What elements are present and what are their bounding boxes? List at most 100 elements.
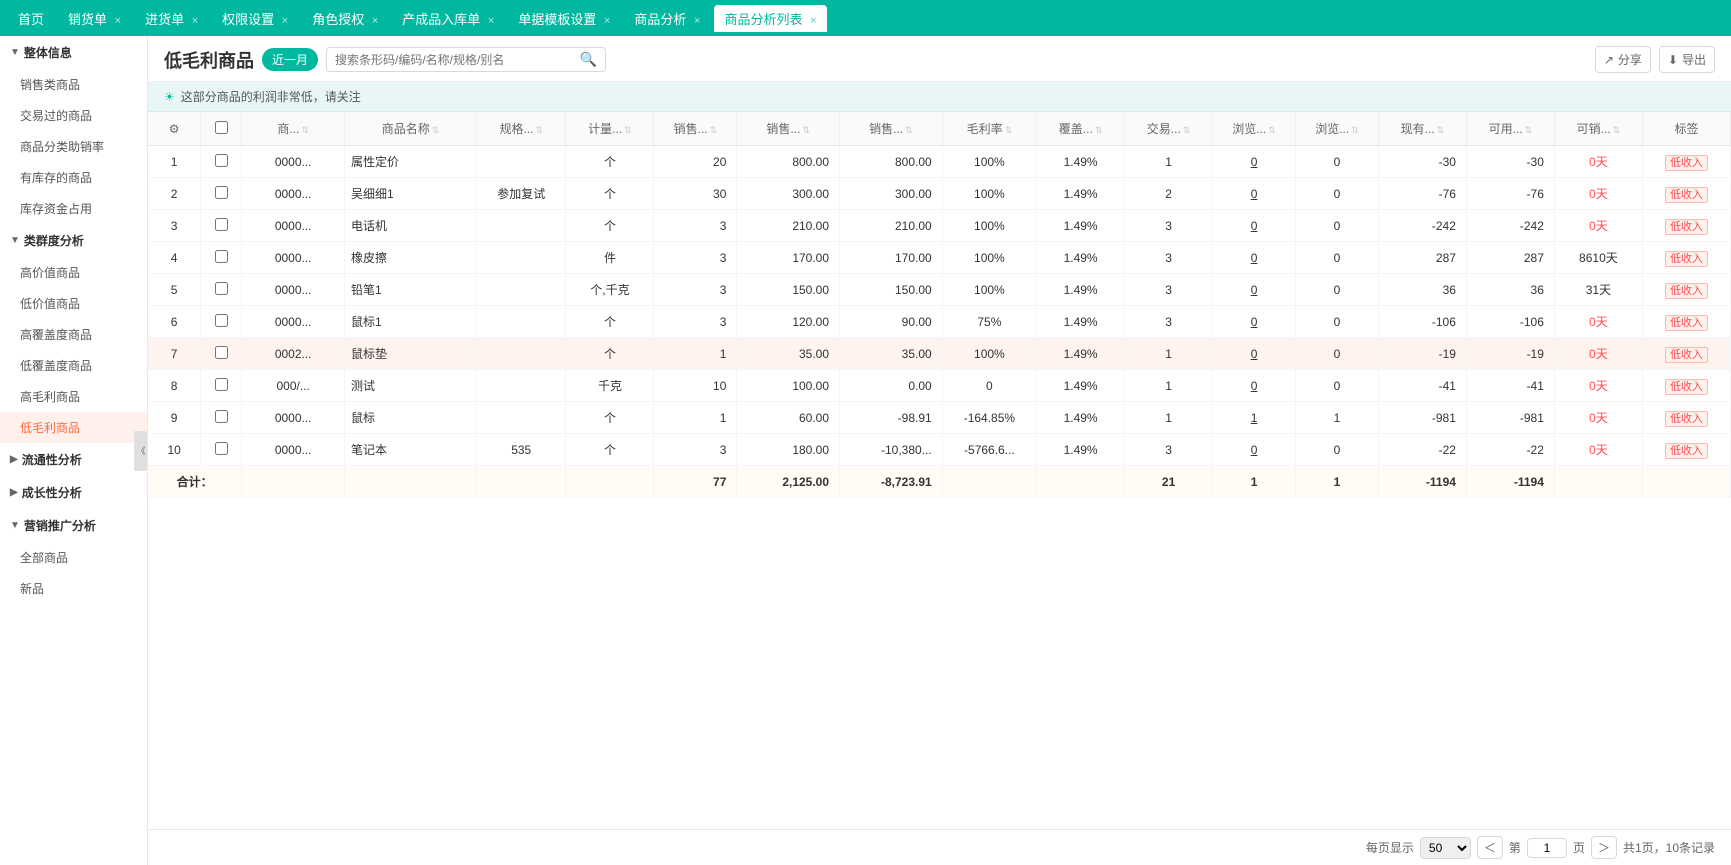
th-browse2[interactable]: 浏览...⇅: [1296, 112, 1379, 146]
nav-purchase-order[interactable]: 进货单 ×: [135, 5, 208, 32]
row-browse1[interactable]: 0: [1213, 242, 1296, 274]
nav-product-analysis-list-close[interactable]: ×: [810, 15, 816, 27]
prev-page-btn[interactable]: ＜: [1477, 836, 1503, 859]
nav-product-warehouse-close[interactable]: ×: [488, 15, 494, 27]
sidebar-group-growth[interactable]: ▶ 成长性分析: [0, 476, 147, 509]
row-name: 吴细细1: [345, 178, 477, 210]
share-btn[interactable]: ↗ 分享: [1595, 46, 1651, 73]
th-browse1[interactable]: 浏览...⇅: [1213, 112, 1296, 146]
sidebar-item-high-coverage[interactable]: 高覆盖度商品: [0, 319, 147, 350]
row-checkbox[interactable]: [201, 178, 242, 210]
table-row: 2 0000... 吴细细1 参加复试 个 30 300.00 300.00 1…: [148, 178, 1731, 210]
row-browse1[interactable]: 0: [1213, 178, 1296, 210]
sidebar-item-high-value[interactable]: 高价值商品: [0, 257, 147, 288]
search-input[interactable]: [335, 53, 576, 67]
select-all-checkbox[interactable]: [215, 121, 228, 134]
row-checkbox[interactable]: [201, 274, 242, 306]
row-check[interactable]: [215, 314, 228, 327]
th-unit[interactable]: 计量...⇅: [566, 112, 654, 146]
th-available[interactable]: 可用...⇅: [1466, 112, 1554, 146]
sidebar-item-category-sales-rate[interactable]: 商品分类助销率: [0, 131, 147, 162]
th-sales[interactable]: 销售...⇅: [840, 112, 943, 146]
nav-product-analysis-list[interactable]: 商品分析列表 ×: [714, 5, 826, 32]
nav-permissions-close[interactable]: ×: [282, 15, 288, 27]
row-browse1[interactable]: 0: [1213, 338, 1296, 370]
sidebar-item-inventory-capital[interactable]: 库存资金占用: [0, 193, 147, 224]
row-checkbox[interactable]: [201, 146, 242, 178]
nav-template-settings[interactable]: 单据模板设置 ×: [508, 5, 620, 32]
row-browse1[interactable]: 0: [1213, 434, 1296, 466]
nav-permissions[interactable]: 权限设置 ×: [212, 5, 298, 32]
filter-recent-month-btn[interactable]: 近一月: [262, 48, 318, 71]
th-tag[interactable]: 标签: [1642, 112, 1730, 146]
row-browse1[interactable]: 0: [1213, 274, 1296, 306]
th-code[interactable]: 商...⇅: [242, 112, 345, 146]
row-check[interactable]: [215, 410, 228, 423]
sidebar-item-low-coverage[interactable]: 低覆盖度商品: [0, 350, 147, 381]
nav-sales-order-close[interactable]: ×: [115, 15, 121, 27]
sidebar-group-marketing[interactable]: ▼ 营销推广分析: [0, 509, 147, 542]
row-browse1[interactable]: 1: [1213, 402, 1296, 434]
th-trade[interactable]: 交易...⇅: [1125, 112, 1213, 146]
sidebar-group-circulation[interactable]: ▶ 流通性分析: [0, 443, 147, 476]
row-browse1[interactable]: 0: [1213, 210, 1296, 242]
th-price[interactable]: 销售...⇅: [737, 112, 840, 146]
row-checkbox[interactable]: [201, 242, 242, 274]
row-check[interactable]: [215, 154, 228, 167]
row-browse1[interactable]: 0: [1213, 370, 1296, 402]
search-icon[interactable]: 🔍: [580, 51, 597, 68]
th-settings[interactable]: ⚙: [148, 112, 201, 146]
row-check[interactable]: [215, 442, 228, 455]
th-checkbox[interactable]: [201, 112, 242, 146]
th-coverage[interactable]: 覆盖...⇅: [1037, 112, 1125, 146]
sidebar-item-high-margin[interactable]: 高毛利商品: [0, 381, 147, 412]
sidebar-item-all-products[interactable]: 全部商品: [0, 542, 147, 573]
table-wrapper[interactable]: ⚙ 商...⇅ 商品名称⇅ 规格...⇅ 计量...⇅ 销售...⇅ 销售...…: [148, 112, 1731, 829]
row-checkbox[interactable]: [201, 434, 242, 466]
footer-empty4: [566, 466, 654, 498]
th-sellable[interactable]: 可销...⇅: [1554, 112, 1642, 146]
sidebar-item-new-products[interactable]: 新品: [0, 573, 147, 604]
nav-purchase-order-close[interactable]: ×: [192, 15, 198, 27]
nav-product-analysis-close[interactable]: ×: [694, 15, 700, 27]
sidebar-collapse-btn[interactable]: 《: [134, 431, 148, 471]
page-number-input[interactable]: [1527, 838, 1567, 858]
row-check[interactable]: [215, 186, 228, 199]
nav-home[interactable]: 首页: [8, 5, 54, 32]
row-browse1[interactable]: 0: [1213, 306, 1296, 338]
nav-sales-order[interactable]: 销货单 ×: [58, 5, 131, 32]
sidebar-item-traded-products[interactable]: 交易过的商品: [0, 100, 147, 131]
nav-role-auth[interactable]: 角色授权 ×: [302, 5, 388, 32]
row-code: 0002...: [242, 338, 345, 370]
export-btn[interactable]: ⬇ 导出: [1659, 46, 1715, 73]
row-check[interactable]: [215, 250, 228, 263]
row-browse1[interactable]: 0: [1213, 146, 1296, 178]
sidebar-group-cluster[interactable]: ▼ 类群度分析: [0, 224, 147, 257]
th-qty[interactable]: 销售...⇅: [654, 112, 737, 146]
sidebar-item-low-value[interactable]: 低价值商品: [0, 288, 147, 319]
nav-role-auth-close[interactable]: ×: [372, 15, 378, 27]
sidebar-item-low-margin[interactable]: 低毛利商品: [0, 412, 147, 443]
row-checkbox[interactable]: [201, 338, 242, 370]
row-check[interactable]: [215, 218, 228, 231]
next-page-btn[interactable]: ＞: [1591, 836, 1617, 859]
row-checkbox[interactable]: [201, 402, 242, 434]
nav-product-warehouse[interactable]: 产成品入库单 ×: [392, 5, 504, 32]
th-stock[interactable]: 现有...⇅: [1378, 112, 1466, 146]
page-size-select[interactable]: 50 10 20 100: [1420, 837, 1471, 859]
th-spec[interactable]: 规格...⇅: [476, 112, 565, 146]
row-check[interactable]: [215, 282, 228, 295]
sidebar-group-overview[interactable]: ▼ 整体信息: [0, 36, 147, 69]
sidebar-item-stocked-products[interactable]: 有库存的商品: [0, 162, 147, 193]
row-checkbox[interactable]: [201, 370, 242, 402]
row-sellable: 0天: [1554, 146, 1642, 178]
row-checkbox[interactable]: [201, 306, 242, 338]
th-name[interactable]: 商品名称⇅: [345, 112, 477, 146]
nav-template-settings-close[interactable]: ×: [604, 15, 610, 27]
nav-product-analysis[interactable]: 商品分析 ×: [624, 5, 710, 32]
row-check[interactable]: [215, 378, 228, 391]
th-gross-rate[interactable]: 毛利率⇅: [942, 112, 1036, 146]
sidebar-item-sales-products[interactable]: 销售类商品: [0, 69, 147, 100]
row-checkbox[interactable]: [201, 210, 242, 242]
row-check[interactable]: [215, 346, 228, 359]
